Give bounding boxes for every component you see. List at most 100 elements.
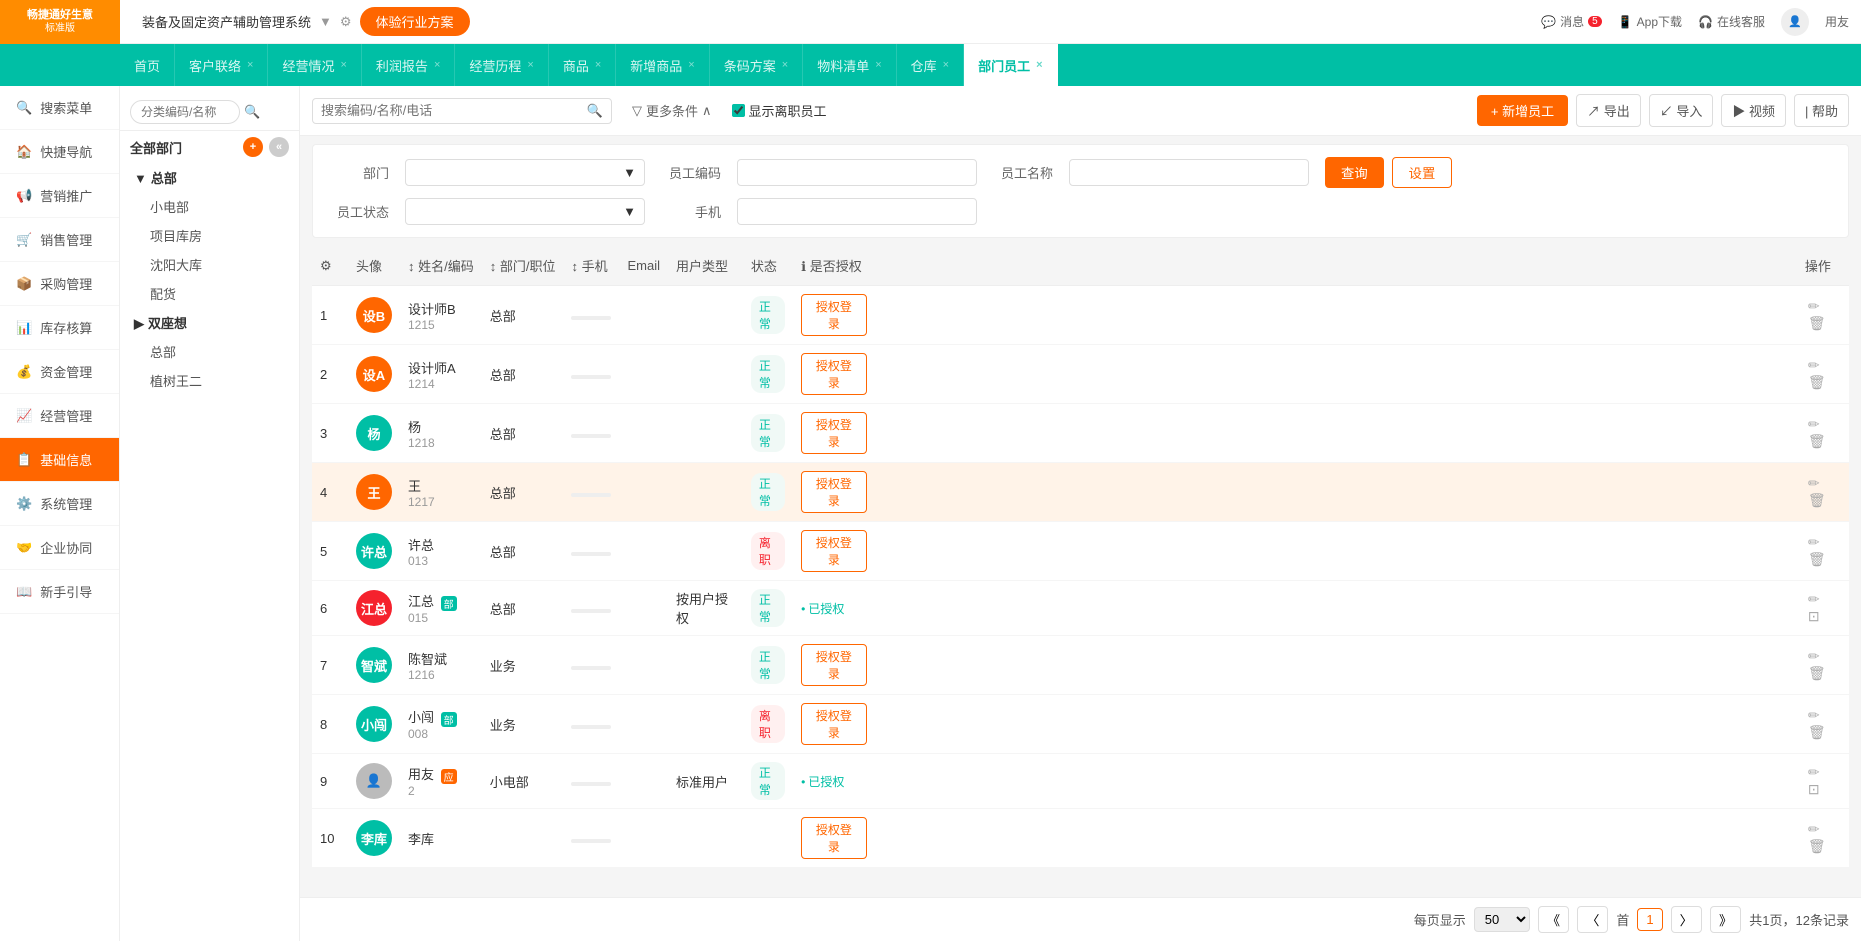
tab-add-goods[interactable]: 新增商品 × xyxy=(616,44,709,86)
sidebar-item-marketing[interactable]: 📢 营销推广 xyxy=(0,174,119,218)
first-page-btn[interactable]: 《 xyxy=(1538,906,1569,933)
delete-btn[interactable]: 🗑 xyxy=(1808,665,1826,682)
sidebar-item-search[interactable]: 🔍 搜索菜单 xyxy=(0,86,119,130)
col-dept[interactable]: ↕ 部门/职位 xyxy=(482,246,564,286)
dept-add-icon[interactable]: + xyxy=(243,137,263,157)
edit-btn[interactable]: ✏ xyxy=(1808,764,1820,781)
edit-btn[interactable]: ✏ xyxy=(1808,591,1820,608)
sidebar-item-basic[interactable]: 📋 基础信息 xyxy=(0,438,119,482)
app-download-btn[interactable]: 📱 App下载 xyxy=(1618,13,1682,30)
dropdown-arrow[interactable]: ▼ xyxy=(319,14,332,29)
page-label: 首 xyxy=(1616,910,1629,929)
sidebar-item-quicknav[interactable]: 🏠 快捷导航 xyxy=(0,130,119,174)
edit-btn[interactable]: ✏ xyxy=(1808,707,1820,724)
delete-btn[interactable]: 🗑 xyxy=(1808,374,1826,391)
auth-btn[interactable]: 授权登录 xyxy=(801,471,867,513)
gear-icon[interactable]: ⚙ xyxy=(340,14,352,30)
delete-btn[interactable]: 🗑 xyxy=(1808,551,1826,568)
edit-btn[interactable]: ✏ xyxy=(1808,821,1820,838)
tab-profit[interactable]: 利润报告 × xyxy=(362,44,455,86)
tab-bom[interactable]: 物料清单 × xyxy=(803,44,896,86)
dept-item-zhishu[interactable]: 植树王二 xyxy=(120,366,299,395)
dept-group-shuangzuoxiang[interactable]: ▶双座想 xyxy=(120,308,299,337)
delete-btn[interactable]: 🗑 xyxy=(1808,315,1826,332)
edit-btn[interactable]: ✏ xyxy=(1808,648,1820,665)
import-btn[interactable]: ↙ 导入 xyxy=(1649,94,1714,127)
edit-btn[interactable]: ✏ xyxy=(1808,534,1820,551)
trial-btn[interactable]: 体验行业方案 xyxy=(360,7,470,36)
query-btn[interactable]: 查询 xyxy=(1325,157,1384,188)
dept-all-label[interactable]: 全部部门 xyxy=(130,138,182,157)
tab-warehouse[interactable]: 仓库 × xyxy=(897,44,964,86)
last-page-btn[interactable]: 》 xyxy=(1710,906,1741,933)
delete-btn[interactable]: 🗑 xyxy=(1808,433,1826,450)
tab-history[interactable]: 经营历程 × xyxy=(455,44,548,86)
online-service-btn[interactable]: 🎧 在线客服 xyxy=(1698,13,1765,30)
copy-btn[interactable]: ⊡ xyxy=(1808,781,1820,798)
tab-goods[interactable]: 商品 × xyxy=(549,44,616,86)
sidebar-item-operations[interactable]: 📈 经营管理 xyxy=(0,394,119,438)
tab-barcode[interactable]: 条码方案 × xyxy=(710,44,803,86)
sidebar-item-guide[interactable]: 📖 新手引导 xyxy=(0,570,119,614)
search-input[interactable] xyxy=(321,103,587,118)
dept-select[interactable]: ▼ xyxy=(405,159,645,186)
next-page-btn[interactable]: 〉 xyxy=(1671,906,1702,933)
auth-btn[interactable]: 授权登录 xyxy=(801,644,867,686)
col-phone[interactable]: ↕ 手机 xyxy=(563,246,619,286)
auth-btn[interactable]: 授权登录 xyxy=(801,817,867,859)
col-settings[interactable]: ⚙ xyxy=(312,246,348,286)
sidebar-item-inventory[interactable]: 📊 库存核算 xyxy=(0,306,119,350)
auth-btn[interactable]: 授权登录 xyxy=(801,294,867,336)
prev-page-btn[interactable]: 〈 xyxy=(1577,906,1608,933)
auth-btn[interactable]: 授权登录 xyxy=(801,412,867,454)
dept-collapse-icon[interactable]: « xyxy=(269,137,289,157)
dept-item-xiangmukufang[interactable]: 项目库房 xyxy=(120,221,299,250)
delete-btn[interactable]: 🗑 xyxy=(1808,838,1826,855)
tab-employees[interactable]: 部门员工 × xyxy=(964,44,1057,86)
emp-status-select[interactable]: ▼ xyxy=(405,198,645,225)
phone-input[interactable] xyxy=(737,198,977,225)
sidebar-item-purchase[interactable]: 📦 采购管理 xyxy=(0,262,119,306)
copy-btn[interactable]: ⊡ xyxy=(1808,608,1820,625)
page-size-select[interactable]: 50 100 xyxy=(1474,907,1530,932)
current-page[interactable]: 1 xyxy=(1637,908,1662,931)
show-resigned-label[interactable]: 显示离职员工 xyxy=(732,101,827,120)
tab-customer[interactable]: 客户联络 × xyxy=(175,44,268,86)
dept-item-peihuo[interactable]: 配货 xyxy=(120,279,299,308)
video-btn[interactable]: ▶ 视频 xyxy=(1721,94,1786,127)
tab-operations[interactable]: 经营情况 × xyxy=(268,44,361,86)
add-employee-btn[interactable]: + 新增员工 xyxy=(1477,95,1568,126)
edit-btn[interactable]: ✏ xyxy=(1808,298,1820,315)
classify-search-input[interactable] xyxy=(130,100,240,124)
dept-item-zongbu[interactable]: 总部 xyxy=(120,337,299,366)
sidebar-item-finance[interactable]: 💰 资金管理 xyxy=(0,350,119,394)
user-avatar[interactable]: 👤 xyxy=(1781,8,1809,36)
classify-search-icon[interactable]: 🔍 xyxy=(244,104,260,120)
edit-btn[interactable]: ✏ xyxy=(1808,416,1820,433)
dept-item-xiaodibu[interactable]: 小电部 xyxy=(120,192,299,221)
sidebar-item-sales[interactable]: 🛒 销售管理 xyxy=(0,218,119,262)
delete-btn[interactable]: 🗑 xyxy=(1808,724,1826,741)
dept-item-shenyangdaku[interactable]: 沈阳大库 xyxy=(120,250,299,279)
emp-name-input[interactable] xyxy=(1069,159,1309,186)
edit-btn[interactable]: ✏ xyxy=(1808,357,1820,374)
more-conditions-btn[interactable]: ▽ 更多条件 ∧ xyxy=(624,97,720,124)
col-name[interactable]: ↕ 姓名/编码 xyxy=(400,246,482,286)
sidebar-item-system[interactable]: ⚙️ 系统管理 xyxy=(0,482,119,526)
auth-btn[interactable]: 授权登录 xyxy=(801,703,867,745)
search-icon[interactable]: 🔍 xyxy=(587,103,603,119)
dept-group-zongbu[interactable]: ▼总部 xyxy=(120,163,299,192)
edit-btn[interactable]: ✏ xyxy=(1808,475,1820,492)
tab-home[interactable]: 首页 xyxy=(120,44,175,86)
set-btn[interactable]: 设置 xyxy=(1392,157,1453,188)
emp-code-input[interactable] xyxy=(737,159,977,186)
sidebar-item-enterprise[interactable]: 🤝 企业协同 xyxy=(0,526,119,570)
delete-btn[interactable]: 🗑 xyxy=(1808,492,1826,509)
export-btn[interactable]: ↗ 导出 xyxy=(1576,94,1641,127)
row-usertype xyxy=(668,463,743,522)
show-resigned-checkbox[interactable] xyxy=(732,104,745,117)
message-btn[interactable]: 💬 消息 5 xyxy=(1541,13,1602,30)
auth-btn[interactable]: 授权登录 xyxy=(801,353,867,395)
help-btn[interactable]: | 帮助 xyxy=(1794,94,1849,127)
auth-btn[interactable]: 授权登录 xyxy=(801,530,867,572)
